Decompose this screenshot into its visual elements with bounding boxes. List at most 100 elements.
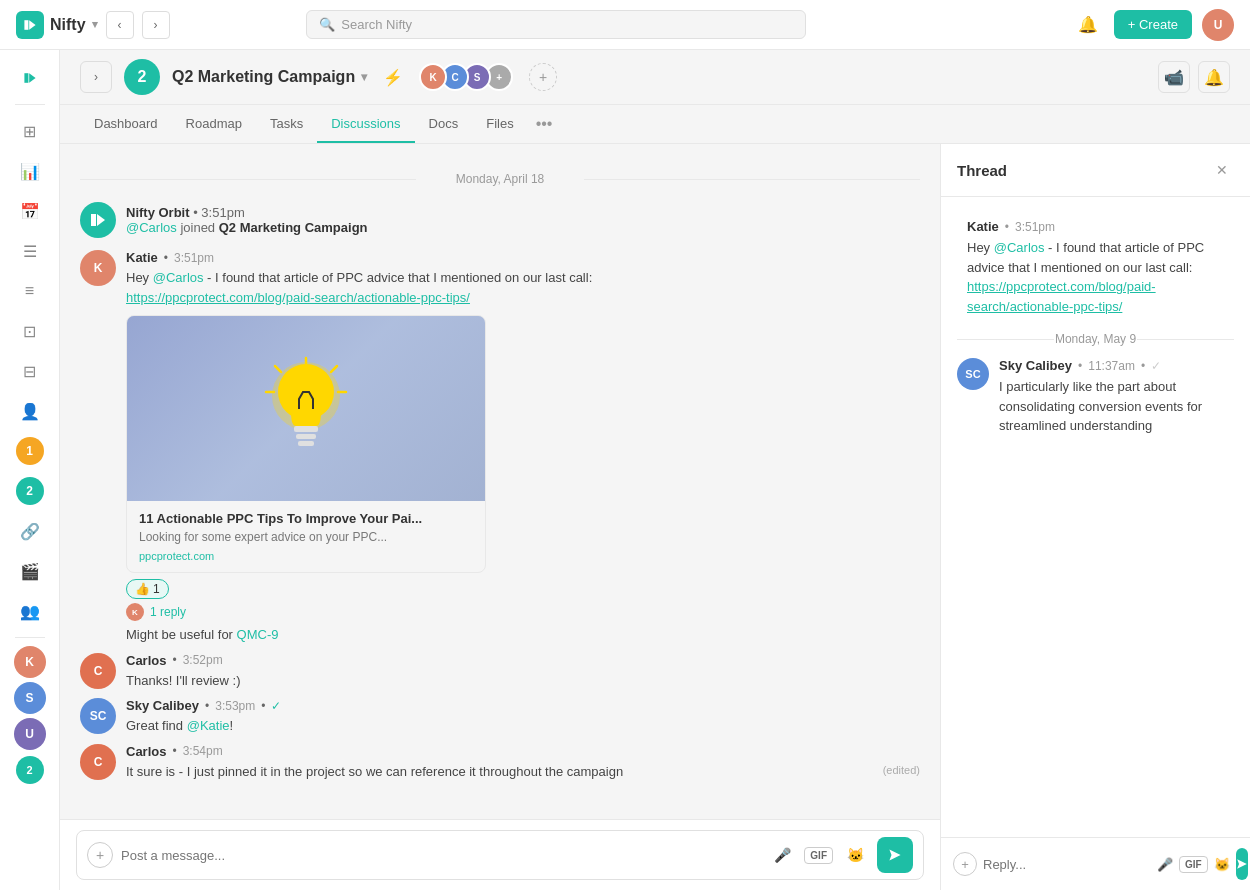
thumbsup-reaction[interactable]: 👍 1 <box>126 579 169 599</box>
notification-icon[interactable]: 🔔 <box>1198 61 1230 93</box>
thread-input-area: + 🎤 GIF 🐱 <box>941 837 1250 890</box>
thread-emoji-icon[interactable]: 🐱 <box>1214 850 1230 878</box>
link-preview-card[interactable]: 11 Actionable PPC Tips To Improve Your P… <box>126 315 486 573</box>
reaction-row: 👍 1 <box>126 579 920 599</box>
carlos-2-time: 3:54pm <box>183 744 223 758</box>
link-preview-title: 11 Actionable PPC Tips To Improve Your P… <box>139 511 473 526</box>
sidebar-item-widget[interactable]: ⊡ <box>12 313 48 349</box>
link-preview-domain: ppcprotect.com <box>139 550 473 562</box>
svg-rect-4 <box>298 441 314 446</box>
chat-input-area: + 🎤 GIF 🐱 <box>60 819 940 890</box>
system-message-text: Nifty Orbit • 3:51pm @Carlos joined Q2 M… <box>126 205 368 235</box>
project-header-right: 📹 🔔 <box>1158 61 1230 93</box>
send-message-button[interactable] <box>877 837 913 873</box>
project-sidebar-toggle[interactable]: › <box>80 61 112 93</box>
thread-add-button[interactable]: + <box>953 852 977 876</box>
link-preview-body: 11 Actionable PPC Tips To Improve Your P… <box>127 501 485 572</box>
thread-microphone-icon[interactable]: 🎤 <box>1157 850 1173 878</box>
create-button[interactable]: + Create <box>1114 10 1192 39</box>
edited-label: (edited) <box>883 762 920 779</box>
sidebar-item-calendar[interactable]: 📅 <box>12 193 48 229</box>
sidebar-item-widget2[interactable]: ⊟ <box>12 353 48 389</box>
sidebar-avatar-3[interactable]: U <box>14 718 46 750</box>
ppc-link[interactable]: https://ppcprotect.com/blog/paid-search/… <box>126 290 470 305</box>
svg-line-8 <box>331 366 337 372</box>
thread-link[interactable]: https://ppcprotect.com/blog/paid-search/… <box>967 279 1156 314</box>
emoji-icon[interactable]: 🐱 <box>841 841 869 869</box>
katie-sender-name: Katie <box>126 250 158 265</box>
app-logo[interactable]: Nifty ▾ <box>16 11 98 39</box>
sidebar-item-video[interactable]: 🎬 <box>12 553 48 589</box>
nav-forward-button[interactable]: › <box>142 11 170 39</box>
sidebar-item-home[interactable] <box>12 60 48 96</box>
carlos-1-time: 3:52pm <box>183 653 223 667</box>
tab-tasks[interactable]: Tasks <box>256 106 317 143</box>
bolt-icon[interactable]: ⚡ <box>379 63 407 91</box>
sidebar-item-list[interactable]: ☰ <box>12 233 48 269</box>
thread-send-button[interactable] <box>1236 848 1248 880</box>
sidebar-item-badge-orange[interactable]: 1 <box>12 433 48 469</box>
bullet-separator: • <box>164 251 168 265</box>
carlos-sender-name: Carlos <box>126 653 166 668</box>
thread-reply-msg: SC Sky Calibey • 11:37am • ✓ I particula… <box>957 358 1234 436</box>
logo-icon <box>16 11 44 39</box>
app-name: Nifty <box>50 16 86 34</box>
katie-avatar: K <box>80 250 116 286</box>
thread-date-divider: Monday, May 9 <box>957 332 1234 346</box>
chat-messages: Monday, April 18 Nifty Orbi <box>60 144 940 819</box>
add-member-button[interactable]: + <box>529 63 557 91</box>
sidebar-item-dashboard[interactable]: ⊞ <box>12 113 48 149</box>
project-title[interactable]: Q2 Marketing Campaign ▾ <box>172 68 367 86</box>
carlos-1-body: Thanks! I'll review :) <box>126 671 920 691</box>
thread-original-body: Hey @Carlos - I found that article of PP… <box>967 238 1234 316</box>
thread-header: Thread ✕ <box>941 144 1250 197</box>
reply-link[interactable]: 1 reply <box>150 605 186 619</box>
sidebar-item-analytics[interactable]: 📊 <box>12 153 48 189</box>
notification-bell-icon[interactable]: 🔔 <box>1072 9 1104 41</box>
katie-followup: Might be useful for QMC-9 <box>126 625 920 645</box>
sky-calibey-thread-avatar: SC <box>957 358 989 390</box>
microphone-icon[interactable]: 🎤 <box>768 841 796 869</box>
sidebar-item-badge-teal[interactable]: 2 <box>12 473 48 509</box>
carlos-1-content: Carlos • 3:52pm Thanks! I'll review :) <box>126 653 920 691</box>
tab-roadmap[interactable]: Roadmap <box>172 106 256 143</box>
nav-back-button[interactable]: ‹ <box>106 11 134 39</box>
tab-dashboard[interactable]: Dashboard <box>80 106 172 143</box>
chat-message-sky: SC Sky Calibey • 3:53pm • ✓ <box>80 698 920 736</box>
katie-message-body: Hey @Carlos - I found that article of PP… <box>126 268 920 307</box>
sidebar-item-people[interactable]: 👤 <box>12 393 48 429</box>
svg-rect-3 <box>296 434 316 439</box>
chat-message-input[interactable] <box>121 848 760 863</box>
discussion-layout: Monday, April 18 Nifty Orbi <box>60 144 1250 890</box>
thread-reply-input[interactable] <box>983 857 1151 872</box>
tab-discussions[interactable]: Discussions <box>317 106 414 143</box>
sidebar-badge-2: 2 <box>16 756 44 784</box>
tab-docs[interactable]: Docs <box>415 106 473 143</box>
chat-add-button[interactable]: + <box>87 842 113 868</box>
thread-original-content: Katie • 3:51pm Hey @Carlos - I found tha… <box>967 219 1234 316</box>
search-bar[interactable]: 🔍 Search Nifty <box>306 10 806 39</box>
tab-files[interactable]: Files <box>472 106 527 143</box>
sidebar-item-team[interactable]: 👥 <box>12 593 48 629</box>
thread-close-button[interactable]: ✕ <box>1210 158 1234 182</box>
left-sidebar: ⊞ 📊 📅 ☰ ≡ ⊡ ⊟ 👤 1 2 🔗 🎬 👥 K S U 2 <box>0 50 60 890</box>
reply-avatar: K <box>126 603 144 621</box>
tab-more-icon[interactable]: ••• <box>528 105 561 143</box>
video-call-icon[interactable]: 📹 <box>1158 61 1190 93</box>
sidebar-avatar-2[interactable]: S <box>14 682 46 714</box>
thread-input-wrap: + 🎤 GIF 🐱 <box>953 848 1238 880</box>
katie-message-time: 3:51pm <box>174 251 214 265</box>
thread-panel: Thread ✕ Katie • <box>940 144 1250 890</box>
thread-gif-button[interactable]: GIF <box>1179 856 1208 873</box>
sidebar-item-list2[interactable]: ≡ <box>12 273 48 309</box>
thread-reply-body: I particularly like the part about conso… <box>999 377 1234 436</box>
gif-button[interactable]: GIF <box>804 847 833 864</box>
sidebar-avatar-1[interactable]: K <box>14 646 46 678</box>
top-navigation: Nifty ▾ ‹ › 🔍 Search Nifty 🔔 + Create U <box>0 0 1250 50</box>
thread-title: Thread <box>957 162 1007 179</box>
carlos-avatar: C <box>80 653 116 689</box>
sidebar-item-link[interactable]: 🔗 <box>12 513 48 549</box>
sky-sender-name: Sky Calibey <box>126 698 199 713</box>
user-avatar[interactable]: U <box>1202 9 1234 41</box>
dropdown-chevron-icon: ▾ <box>92 18 98 31</box>
